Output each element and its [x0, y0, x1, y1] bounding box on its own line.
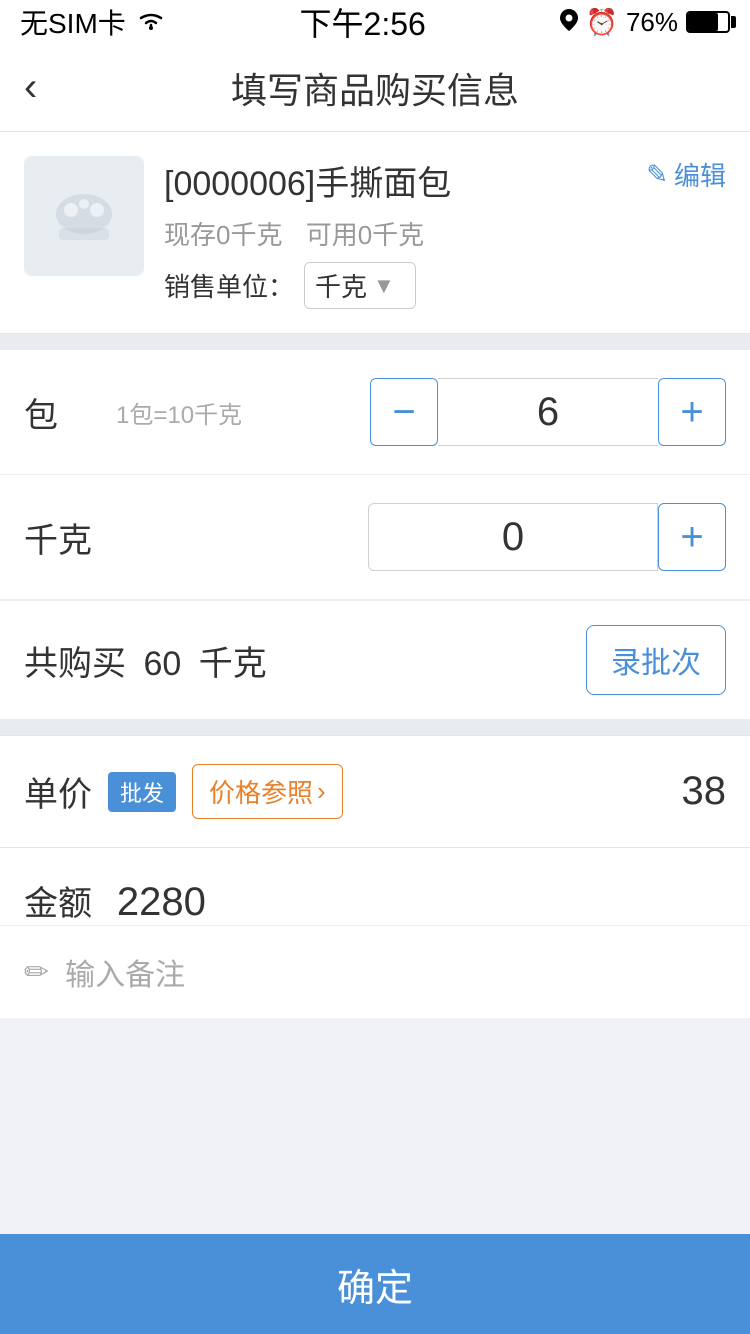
bao-row: 包 1包=10千克 − + [0, 350, 750, 475]
kg-controls: + [368, 503, 726, 571]
bao-input[interactable] [438, 378, 658, 446]
batch-button[interactable]: 录批次 [586, 625, 726, 695]
chevron-down-icon: ▼ [373, 273, 395, 299]
kg-label: 千克 [24, 513, 104, 562]
bao-hint: 1包=10千克 [116, 395, 370, 430]
alarm-icon: ⏰ [586, 7, 618, 38]
bao-controls: − + [370, 378, 726, 446]
bao-input-section: 包 1包=10千克 − + 千克 + 共购买 60 千克 录批次 [0, 350, 750, 719]
section-divider-2 [0, 719, 750, 735]
location-icon [560, 7, 578, 38]
price-label: 单价 [24, 767, 92, 816]
product-stock: 现存0千克 可用0千克 [164, 215, 726, 252]
price-type-badge: 批发 [108, 772, 176, 812]
section-divider-1 [0, 334, 750, 350]
carrier-text: 无SIM卡 [20, 2, 126, 42]
product-name: [0000006]手撕面包 [164, 156, 726, 205]
nav-title: 填写商品购买信息 [231, 62, 519, 114]
battery-icon [686, 11, 730, 33]
price-value: 38 [682, 769, 727, 814]
back-button[interactable]: ‹ [24, 65, 37, 110]
bao-minus-button[interactable]: − [370, 378, 438, 446]
edit-button[interactable]: ✎ 编辑 [646, 156, 726, 193]
amount-value: 2280 [117, 880, 206, 924]
confirm-button[interactable]: 确定 [0, 1234, 750, 1334]
price-section: 单价 批发 价格参照 › 38 [0, 735, 750, 847]
bao-label: 包 [24, 388, 104, 437]
total-text: 共购买 60 千克 [24, 636, 267, 685]
bao-plus-button[interactable]: + [658, 378, 726, 446]
available-label: 可用0千克 [306, 220, 424, 250]
pencil-icon: ✏ [24, 955, 49, 990]
nav-bar: ‹ 填写商品购买信息 [0, 44, 750, 132]
price-ref-button[interactable]: 价格参照 › [192, 764, 343, 819]
status-right: ⏰ 76% [560, 7, 730, 38]
kg-plus-button[interactable]: + [658, 503, 726, 571]
notes-row[interactable]: ✏ 输入备注 [0, 925, 750, 1018]
kg-row: 千克 + [0, 475, 750, 600]
total-row: 共购买 60 千克 录批次 [0, 600, 750, 719]
total-amount: 60 [143, 645, 181, 683]
edit-icon: ✎ [646, 159, 668, 190]
kg-input[interactable] [368, 503, 658, 571]
unit-label: 销售单位： [164, 267, 294, 304]
status-bar: 无SIM卡 下午2:56 ⏰ 76% [0, 0, 750, 44]
product-unit-row: 销售单位： 千克 ▼ [164, 262, 726, 309]
battery-percent: 76% [626, 7, 678, 38]
amount-section: 金额 2280 [0, 847, 750, 925]
product-thumbnail [24, 156, 144, 276]
stock-label: 现存0千克 [164, 220, 282, 250]
wifi-icon [136, 6, 166, 38]
product-card: [0000006]手撕面包 现存0千克 可用0千克 销售单位： 千克 ▼ ✎ 编… [0, 132, 750, 334]
status-left: 无SIM卡 [20, 2, 166, 42]
chevron-right-icon: › [317, 776, 326, 807]
amount-label: 金额 [24, 885, 92, 923]
time-display: 下午2:56 [300, 0, 426, 45]
unit-selector[interactable]: 千克 ▼ [304, 262, 416, 309]
product-info: [0000006]手撕面包 现存0千克 可用0千克 销售单位： 千克 ▼ [164, 156, 726, 309]
notes-placeholder: 输入备注 [65, 950, 185, 994]
